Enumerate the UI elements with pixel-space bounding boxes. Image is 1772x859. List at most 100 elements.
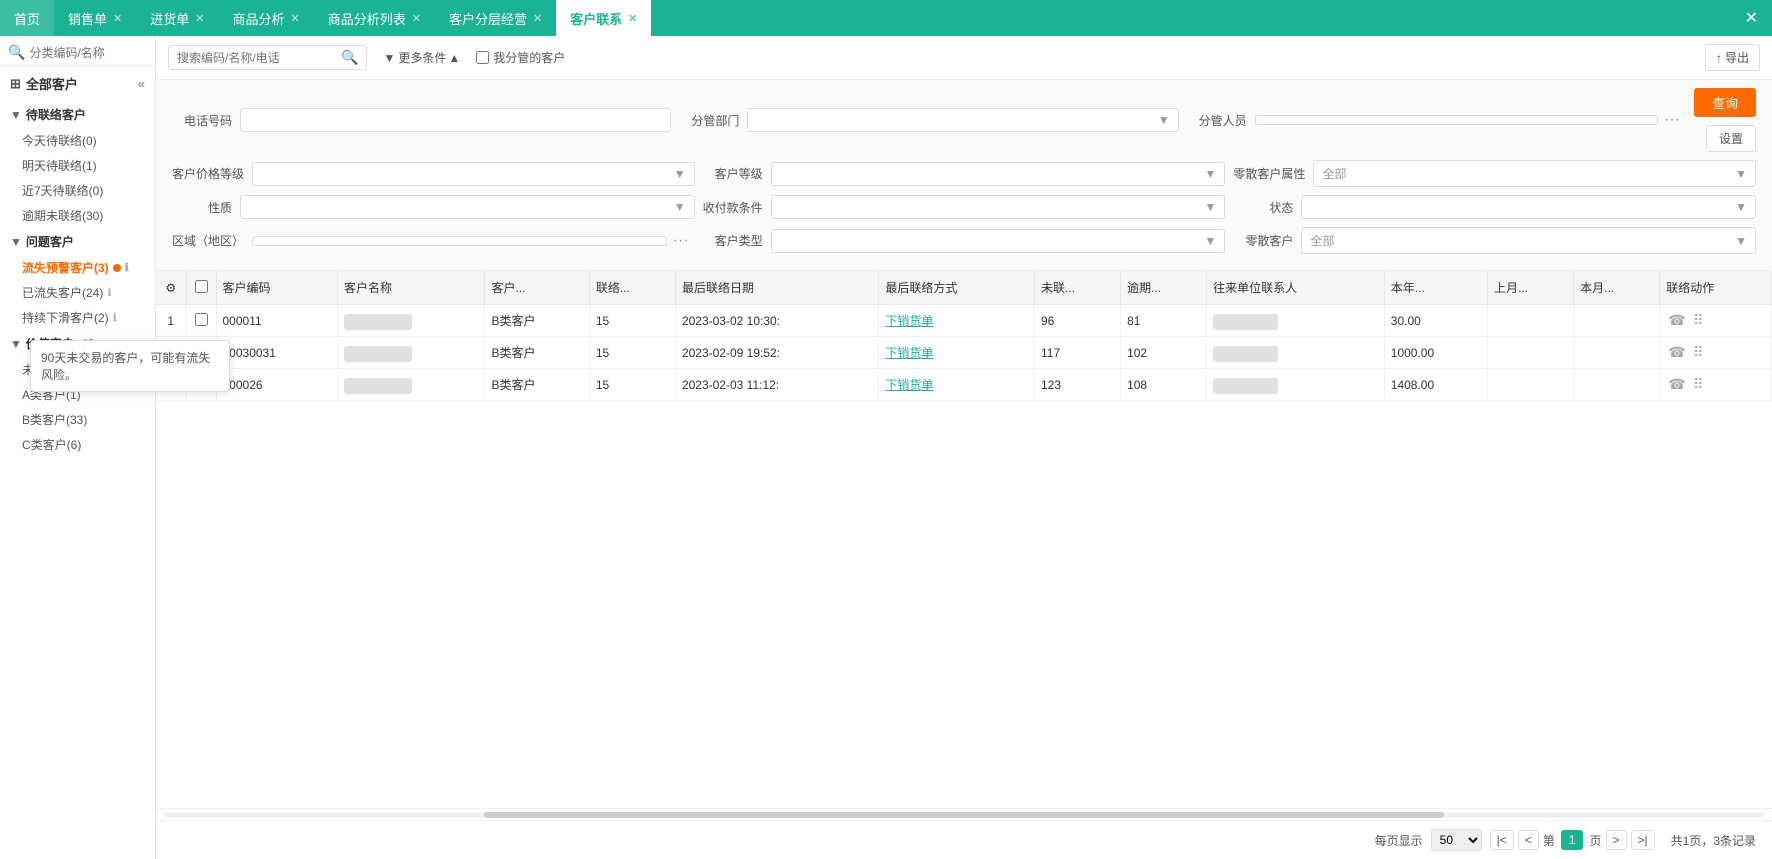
row-checkbox[interactable] xyxy=(195,313,208,326)
tab-close-customer-layer[interactable]: ✕ xyxy=(533,12,542,25)
window-close-btn[interactable]: ✕ xyxy=(1731,8,1772,28)
tab-home[interactable]: 首页 xyxy=(0,0,54,36)
chevron-down-icon-payment: ▼ xyxy=(1204,200,1216,214)
filter-price-grade-select[interactable]: ▼ xyxy=(252,162,695,186)
cell-person xyxy=(1207,369,1385,401)
horizontal-scrollbar[interactable] xyxy=(156,808,1772,820)
cell-checkbox[interactable] xyxy=(186,305,216,337)
filter-phone: 电话号码 xyxy=(172,108,671,132)
tab-sales[interactable]: 销售单 ✕ xyxy=(54,0,136,36)
filter-region-select[interactable] xyxy=(252,236,667,246)
filter-dept-select[interactable]: ▼ xyxy=(747,108,1178,132)
table-row: 1 000011 B类客户 15 2023-03-02 10:30: 下销货单 … xyxy=(156,305,1772,337)
col-this-month: 本月... xyxy=(1574,271,1660,305)
action-contact-icon[interactable]: ☎ xyxy=(1668,312,1685,328)
filter-customer-grade-select[interactable]: ▼ xyxy=(771,162,1226,186)
filter-nature-select[interactable]: ▼ xyxy=(240,195,695,219)
sidebar-item-7days[interactable]: 近7天待联络(0) xyxy=(0,178,155,203)
sidebar-item-declining[interactable]: 持续下滑客户(2) ℹ xyxy=(0,305,155,330)
filter-zero-attr: 零散客户属性 全部 ▼ xyxy=(1233,160,1756,187)
action-more-icon[interactable]: ⠿ xyxy=(1693,376,1703,392)
page-next-btn[interactable]: > xyxy=(1606,830,1627,850)
filter-payment-label: 收付款条件 xyxy=(703,199,763,216)
sidebar-all-customers[interactable]: ⊞ 全部客户 « xyxy=(0,66,155,101)
last-method-link[interactable]: 下销货单 xyxy=(885,378,933,392)
sidebar-item-tomorrow[interactable]: 明天待联络(1) xyxy=(0,153,155,178)
filter-zero-attr-select[interactable]: 全部 ▼ xyxy=(1313,160,1756,187)
select-all-checkbox[interactable] xyxy=(195,280,208,293)
sidebar-item-churn-warning[interactable]: 流失预警客户(3) ℹ xyxy=(0,255,155,280)
filter-phone-input[interactable] xyxy=(240,108,671,132)
sidebar-group-title-pending[interactable]: ▼ 待联络客户 xyxy=(0,101,155,128)
sidebar-item-type-b[interactable]: B类客户(33) xyxy=(0,407,155,432)
my-customers-checkbox[interactable]: 我分管的客户 xyxy=(476,49,565,66)
main-layout: 🔍 ⊞ 全部客户 « ▼ 待联络客户 今天待联络(0) 明天待联络(1) 近7天… xyxy=(0,36,1772,859)
page-last-btn[interactable]: >| xyxy=(1631,830,1655,850)
last-method-link[interactable]: 下销货单 xyxy=(885,346,933,360)
filter-customer-type-select[interactable]: ▼ xyxy=(771,229,1226,253)
action-more-icon[interactable]: ⠿ xyxy=(1693,312,1703,328)
tab-analysis-list[interactable]: 商品分析列表 ✕ xyxy=(314,0,435,36)
settings-btn[interactable]: 设置 xyxy=(1706,125,1756,152)
col-settings[interactable]: ⚙ xyxy=(156,271,186,305)
sidebar-item-churned[interactable]: 已流失客户(24) ℹ xyxy=(0,280,155,305)
cell-last-method[interactable]: 下销货单 xyxy=(879,369,1035,401)
cell-last-month xyxy=(1488,337,1574,369)
my-customers-check[interactable] xyxy=(476,51,489,64)
info-icon-churn[interactable]: ℹ xyxy=(125,261,129,274)
col-checkbox[interactable] xyxy=(186,271,216,305)
tab-close-analysis-list[interactable]: ✕ xyxy=(412,12,421,25)
tab-close-analysis[interactable]: ✕ xyxy=(291,12,300,25)
action-contact-icon[interactable]: ☎ xyxy=(1668,376,1685,392)
filter-person-select[interactable] xyxy=(1255,115,1658,125)
filter-row-1: 电话号码 分管部门 ▼ 分管人员 ··· xyxy=(172,88,1756,152)
action-more-icon[interactable]: ⠿ xyxy=(1693,344,1703,360)
search-icon[interactable]: 🔍 xyxy=(341,49,358,66)
tab-close-purchase[interactable]: ✕ xyxy=(195,12,204,25)
filter-region: 区域（地区） ··· xyxy=(172,230,695,252)
top-tab-bar: 首页 销售单 ✕ 进货单 ✕ 商品分析 ✕ 商品分析列表 ✕ 客户分层经营 ✕ … xyxy=(0,0,1772,36)
filter-customer-grade-label: 客户等级 xyxy=(703,165,763,182)
more-conditions-btn[interactable]: ▼ 更多条件 ▲ xyxy=(373,45,470,70)
filter-status-select[interactable]: ▼ xyxy=(1301,195,1756,219)
cell-name xyxy=(338,369,485,401)
export-btn[interactable]: ↑ 导出 xyxy=(1705,44,1760,71)
tab-close-customer-contact[interactable]: ✕ xyxy=(628,12,637,25)
sidebar-group-title-problem[interactable]: ▼ 问题客户 xyxy=(0,228,155,255)
tab-customer-contact[interactable]: 客户联系 ✕ xyxy=(556,0,651,36)
info-icon-declining[interactable]: ℹ xyxy=(113,311,117,324)
action-contact-icon[interactable]: ☎ xyxy=(1668,344,1685,360)
sidebar-item-type-c[interactable]: C类客户(6) xyxy=(0,432,155,457)
per-page-select[interactable]: 50 100 200 xyxy=(1431,829,1482,851)
sidebar-item-overdue[interactable]: 逾期未联络(30) xyxy=(0,203,155,228)
query-btn[interactable]: 查询 xyxy=(1694,88,1756,117)
filter-status-label: 状态 xyxy=(1233,199,1293,216)
tab-customer-layer[interactable]: 客户分层经营 ✕ xyxy=(435,0,556,36)
cell-code: 000026 xyxy=(216,369,338,401)
cell-unlisted: 117 xyxy=(1035,337,1121,369)
filter-person-more[interactable]: ··· xyxy=(1658,109,1686,131)
tab-analysis[interactable]: 商品分析 ✕ xyxy=(218,0,313,36)
last-method-link[interactable]: 下销货单 xyxy=(885,314,933,328)
cell-last-method[interactable]: 下销货单 xyxy=(879,337,1035,369)
filter-region-more[interactable]: ··· xyxy=(667,230,695,252)
page-first-btn[interactable]: |< xyxy=(1490,830,1514,850)
chevron-down-icon-grade: ▼ xyxy=(1204,167,1216,181)
cell-type: B类客户 xyxy=(485,369,589,401)
filter-payment-select[interactable]: ▼ xyxy=(771,195,1226,219)
sidebar-collapse-icon[interactable]: « xyxy=(138,76,145,91)
sidebar-item-today[interactable]: 今天待联络(0) xyxy=(0,128,155,153)
scroll-thumb[interactable] xyxy=(484,812,1444,818)
cell-person xyxy=(1207,337,1385,369)
search-input[interactable] xyxy=(177,51,337,65)
filter-payment: 收付款条件 ▼ xyxy=(703,195,1226,219)
sidebar-search-input[interactable] xyxy=(29,46,147,60)
filter-zero-customer-select[interactable]: 全部 ▼ xyxy=(1301,227,1756,254)
info-icon-churned[interactable]: ℹ xyxy=(107,286,111,299)
tab-purchase[interactable]: 进货单 ✕ xyxy=(136,0,218,36)
tab-close-sales[interactable]: ✕ xyxy=(113,12,122,25)
page-prev-btn[interactable]: < xyxy=(1518,830,1539,850)
cell-last-method[interactable]: 下销货单 xyxy=(879,305,1035,337)
filter-nature-label: 性质 xyxy=(172,199,232,216)
col-unlisted: 未联... xyxy=(1035,271,1121,305)
